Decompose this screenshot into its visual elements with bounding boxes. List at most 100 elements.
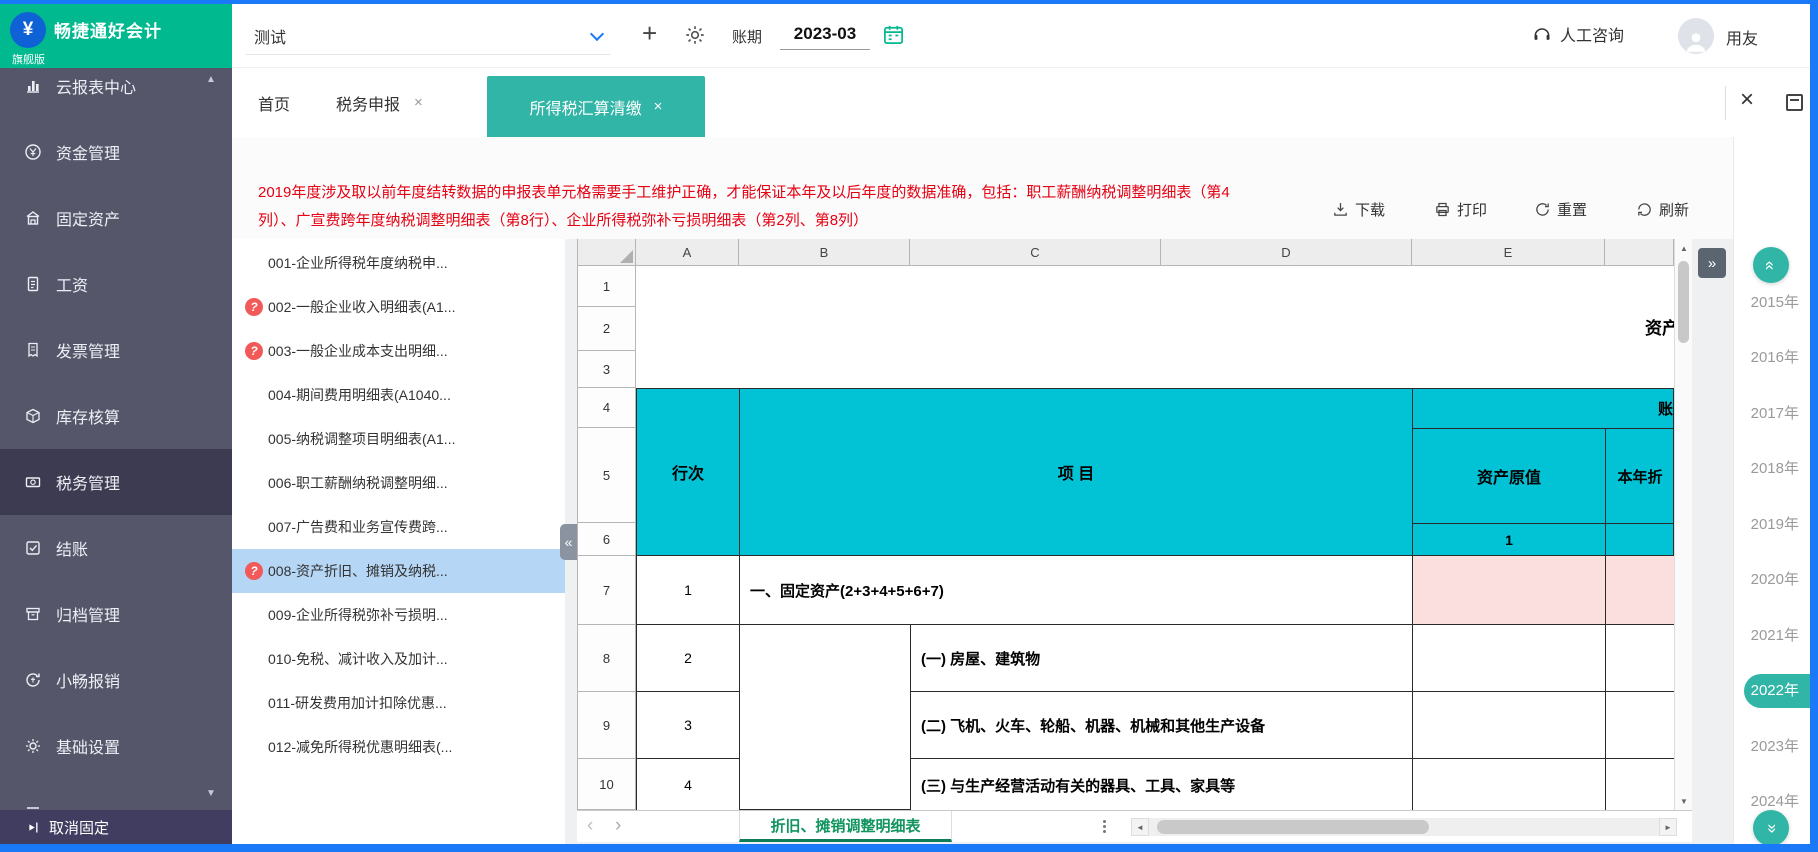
cell-b7-item[interactable]: 一、固定资产(2+3+4+5+6+7)	[740, 556, 1413, 625]
year-item-2016[interactable]: 2016年	[1734, 341, 1810, 375]
sidebar-item-inventory[interactable]: 库存核算	[0, 383, 232, 449]
settings-gear-icon[interactable]	[684, 24, 706, 46]
cell-f7-pink[interactable]	[1606, 556, 1674, 625]
prev-sheet-icon[interactable]: ‹	[587, 815, 593, 837]
row-header-9[interactable]: 9	[577, 692, 636, 759]
row-header-3[interactable]: 3	[577, 351, 636, 388]
sidebar-item-archive[interactable]: 归档管理	[0, 581, 232, 647]
form-list-item-005[interactable]: 005-纳税调整项目明细表(A1...	[232, 417, 565, 461]
cell-e9[interactable]	[1413, 692, 1606, 759]
vertical-scrollbar[interactable]: ▲ ▼	[1674, 239, 1692, 810]
year-item-2017[interactable]: 2017年	[1734, 397, 1810, 431]
cell-c9-item[interactable]: (二) 飞机、火车、轮船、机器、机械和其他生产设备	[911, 692, 1413, 759]
sheet-menu-icon[interactable]	[1103, 818, 1106, 835]
header-cell-item[interactable]: 项 目	[740, 389, 1413, 555]
sidebar-item-cloud-reports[interactable]: 云报表中心	[0, 53, 232, 119]
form-list-item-003[interactable]: ? 003-一般企业成本支出明细...	[232, 329, 565, 373]
print-button[interactable]: 打印	[1434, 199, 1487, 220]
period-value[interactable]: 2023-03	[780, 18, 870, 50]
scroll-left-icon[interactable]: ◄	[1131, 818, 1149, 836]
header-cell-group-partial[interactable]: 账	[1413, 389, 1673, 429]
row-header-6[interactable]: 6	[577, 523, 636, 556]
cell-f10[interactable]	[1606, 759, 1674, 810]
column-header-c[interactable]: C	[910, 239, 1161, 266]
form-list-item-008-selected[interactable]: ? 008-资产折旧、摊销及纳税...	[232, 549, 565, 593]
cell-c10-item[interactable]: (三) 与生产经营活动有关的器具、工具、家具等	[911, 759, 1413, 810]
close-tab-icon[interactable]: ×	[654, 98, 663, 115]
sidebar-item-invoices[interactable]: 发票管理	[0, 317, 232, 383]
sidebar-item-basic-settings[interactable]: 基础设置	[0, 713, 232, 779]
select-all-corner[interactable]	[577, 239, 636, 266]
tab-home[interactable]: 首页	[258, 68, 290, 137]
cell-b8-b10-merged[interactable]	[740, 625, 911, 810]
tab-income-tax-settlement[interactable]: 所得税汇算清缴 ×	[487, 76, 705, 137]
column-header-b[interactable]: B	[739, 239, 910, 266]
sidebar-item-tax-management[interactable]: 税务管理	[0, 449, 232, 515]
row-header-1[interactable]: 1	[577, 266, 636, 307]
user-name[interactable]: 用友	[1726, 25, 1758, 49]
year-item-2023[interactable]: 2023年	[1734, 730, 1810, 764]
sidebar-scroll-down-icon[interactable]: ▼	[206, 788, 216, 799]
active-sheet-tab[interactable]: 折旧、摊销调整明细表	[739, 811, 952, 842]
cell-a7[interactable]: 1	[637, 556, 740, 625]
cell-e8[interactable]	[1413, 625, 1606, 692]
years-scroll-down-button[interactable]: «	[1753, 810, 1789, 844]
year-item-2015[interactable]: 2015年	[1734, 286, 1810, 320]
org-selector[interactable]: 测试	[246, 17, 610, 55]
header-cell-line-no[interactable]: 行次	[637, 389, 740, 555]
cell-f9[interactable]	[1606, 692, 1674, 759]
scroll-right-icon[interactable]: ►	[1659, 818, 1677, 836]
year-item-2018[interactable]: 2018年	[1734, 452, 1810, 486]
form-list-item-012[interactable]: 012-减免所得税优惠明细表(...	[232, 725, 565, 769]
header-cell-asset-original-value[interactable]: 资产原值	[1413, 429, 1606, 524]
column-header-e[interactable]: E	[1412, 239, 1605, 266]
calendar-icon[interactable]	[882, 23, 905, 46]
cell-e7-pink[interactable]	[1413, 556, 1606, 625]
download-button[interactable]: 下载	[1332, 199, 1385, 220]
column-header-d[interactable]: D	[1161, 239, 1412, 266]
collapse-form-list-button[interactable]: «	[560, 524, 577, 560]
next-sheet-icon[interactable]: ›	[615, 815, 621, 837]
close-page-icon[interactable]: ×	[1740, 86, 1754, 114]
row-header-7[interactable]: 7	[577, 556, 636, 625]
header-cell-current-year-partial[interactable]: 本年折	[1606, 429, 1673, 524]
form-list-item-010[interactable]: 010-免税、减计收入及加计...	[232, 637, 565, 681]
cell-c8-item[interactable]: (一) 房屋、建筑物	[911, 625, 1413, 692]
scroll-up-icon[interactable]: ▲	[1675, 239, 1692, 257]
year-item-2021[interactable]: 2021年	[1734, 619, 1810, 653]
row-header-5[interactable]: 5	[577, 428, 636, 523]
form-list-item-009[interactable]: 009-企业所得税弥补亏损明...	[232, 593, 565, 637]
sidebar-item-closing[interactable]: 结账	[0, 515, 232, 581]
form-list-item-002[interactable]: ? 002-一般企业收入明细表(A1...	[232, 285, 565, 329]
sidebar-item-salary[interactable]: 工资	[0, 251, 232, 317]
horizontal-scrollbar[interactable]	[1149, 818, 1659, 836]
avatar[interactable]	[1678, 18, 1714, 54]
sheet-title-rows[interactable]: 资产	[636, 266, 1674, 388]
consult-button[interactable]: 人工咨询	[1532, 22, 1624, 46]
refresh-button[interactable]: 刷新	[1636, 199, 1689, 220]
cell-e10[interactable]	[1413, 759, 1606, 810]
cell-a8[interactable]: 2	[637, 625, 740, 692]
form-list-item-007[interactable]: 007-广告费和业务宣传费跨...	[232, 505, 565, 549]
sidebar-scroll-up-icon[interactable]: ▲	[206, 74, 216, 85]
horizontal-scroll-thumb[interactable]	[1157, 820, 1429, 834]
header-cell-col-index-1[interactable]: 1	[1413, 524, 1606, 555]
row-header-10[interactable]: 10	[577, 759, 636, 810]
row-header-2[interactable]: 2	[577, 307, 636, 351]
years-scroll-up-button[interactable]: «	[1753, 247, 1789, 283]
sidebar-item-reimbursement[interactable]: 小畅报销	[0, 647, 232, 713]
column-header-a[interactable]: A	[636, 239, 739, 266]
vertical-scroll-thumb[interactable]	[1678, 261, 1689, 343]
column-header-f-partial[interactable]	[1605, 239, 1674, 266]
scroll-down-icon[interactable]: ▼	[1675, 792, 1692, 810]
row-header-8[interactable]: 8	[577, 625, 636, 692]
row-header-4[interactable]: 4	[577, 388, 636, 428]
expand-year-panel-button[interactable]: »	[1698, 248, 1726, 278]
form-list-item-006[interactable]: 006-职工薪酬纳税调整明细...	[232, 461, 565, 505]
form-list-item-011[interactable]: 011-研发费用加计扣除优惠...	[232, 681, 565, 725]
cell-f8[interactable]	[1606, 625, 1674, 692]
cell-a10[interactable]: 4	[637, 759, 740, 810]
close-tab-icon[interactable]: ×	[414, 94, 423, 111]
header-cell-col-index-2-partial[interactable]	[1606, 524, 1673, 555]
reset-button[interactable]: 重置	[1534, 199, 1587, 220]
